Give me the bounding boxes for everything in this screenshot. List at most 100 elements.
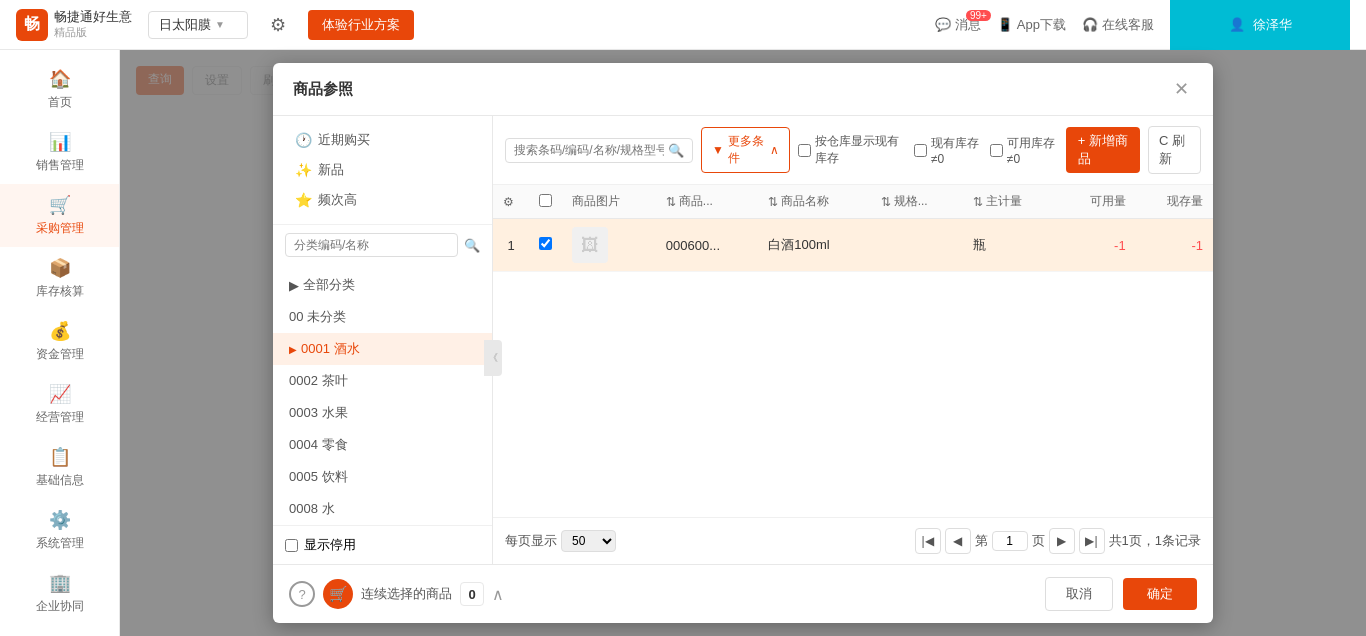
page-size-selector: 每页显示 50 10 20 100: [505, 530, 616, 552]
sidebar: 🏠 首页 📊 销售管理 🛒 采购管理 📦 库存核算 💰 资金管理 📈 经营管理 …: [0, 50, 120, 636]
home-icon: 🏠: [49, 68, 71, 90]
sidebar-item-inventory[interactable]: 📦 库存核算: [0, 247, 119, 310]
category-0001[interactable]: ▶ 0001 酒水: [273, 333, 492, 365]
store-name: 日太阳膜: [159, 16, 211, 34]
star-icon: ⭐: [295, 192, 312, 208]
footer-collapse-button[interactable]: ∧: [492, 585, 504, 604]
category-0004[interactable]: 0004 零食: [273, 429, 492, 461]
page-label: 第: [975, 532, 988, 550]
th-stock[interactable]: 现存量: [1136, 185, 1213, 219]
usable-stock-filter[interactable]: 可用库存≠0: [990, 135, 1058, 166]
settings-button[interactable]: ⚙: [260, 7, 296, 43]
first-page-button[interactable]: |◀: [915, 528, 941, 554]
category-0008[interactable]: 0008 水: [273, 493, 492, 525]
messages-button[interactable]: 💬 消息 99+: [935, 16, 981, 34]
category-search-input[interactable]: [285, 233, 458, 257]
quick-new-product[interactable]: ✨ 新品: [285, 156, 480, 184]
category-00[interactable]: 00 未分类: [273, 301, 492, 333]
experience-button[interactable]: 体验行业方案: [308, 10, 414, 40]
user-area[interactable]: 👤 徐泽华: [1170, 0, 1350, 50]
headset-icon: 🎧: [1082, 17, 1098, 32]
category-all[interactable]: ▶ 全部分类: [273, 269, 492, 301]
td-index: 1: [493, 219, 529, 272]
sort-icon3: ⇅: [881, 195, 891, 209]
sidebar-label-finance: 资金管理: [36, 346, 84, 363]
last-page-button[interactable]: ▶|: [1079, 528, 1105, 554]
main-layout: 🏠 首页 📊 销售管理 🛒 采购管理 📦 库存核算 💰 资金管理 📈 经营管理 …: [0, 50, 1366, 636]
sidebar-item-guide[interactable]: 🔰 新手引导: [0, 625, 119, 636]
online-service-button[interactable]: 🎧 在线客服: [1082, 16, 1154, 34]
th-image: 商品图片: [562, 185, 656, 219]
sidebar-item-management[interactable]: 📈 经营管理: [0, 373, 119, 436]
logo-text: 畅捷通好生意: [54, 9, 132, 25]
refresh-button[interactable]: C 刷新: [1148, 126, 1201, 174]
system-icon: ⚙️: [49, 509, 71, 531]
sidebar-item-system[interactable]: ⚙️ 系统管理: [0, 499, 119, 562]
sidebar-item-home[interactable]: 🏠 首页: [0, 58, 119, 121]
th-available[interactable]: 可用量: [1058, 185, 1135, 219]
prev-page-button[interactable]: ◀: [945, 528, 971, 554]
category-list: ▶ 全部分类 00 未分类 ▶ 0001 酒水 0002 茶: [273, 265, 492, 525]
th-settings[interactable]: ⚙: [493, 185, 529, 219]
cancel-button[interactable]: 取消: [1045, 577, 1113, 611]
category-0005[interactable]: 0005 饮料: [273, 461, 492, 493]
sidebar-item-enterprise[interactable]: 🏢 企业协同: [0, 562, 119, 625]
td-checkbox[interactable]: [529, 219, 562, 272]
modal-footer: ? 🛒 连续选择的商品 0 ∧ 取消 确定: [273, 564, 1213, 623]
page-size-select[interactable]: 50 10 20 100: [561, 530, 616, 552]
show-disabled-label[interactable]: 显示停用: [304, 536, 356, 554]
th-unit[interactable]: ⇅ 主计量: [963, 185, 1058, 219]
active-arrow-icon: ▶: [289, 344, 297, 355]
category-0003[interactable]: 0003 水果: [273, 397, 492, 429]
th-spec[interactable]: ⇅ 规格...: [871, 185, 963, 219]
td-stock: -1: [1136, 219, 1213, 272]
th-code[interactable]: ⇅ 商品...: [656, 185, 758, 219]
app-download-button[interactable]: 📱 App下载: [997, 16, 1066, 34]
table-row[interactable]: 1 🖼 000600... 白酒100ml: [493, 219, 1213, 272]
store-selector[interactable]: 日太阳膜 ▼: [148, 11, 248, 39]
more-filter-button[interactable]: ▼ 更多条件 ∧: [701, 127, 790, 173]
basic-icon: 📋: [49, 446, 71, 468]
td-code: 000600...: [656, 219, 758, 272]
row-checkbox[interactable]: [539, 237, 552, 250]
table-header-row: ⚙ 商品图片: [493, 185, 1213, 219]
select-all-checkbox[interactable]: [539, 194, 552, 207]
th-name[interactable]: ⇅ 商品名称: [758, 185, 870, 219]
quick-recent-purchase[interactable]: 🕐 近期购买: [285, 126, 480, 154]
modal-right-panel: 🔍 ▼ 更多条件 ∧ 按仓库显示现有库存: [493, 116, 1213, 564]
next-page-button[interactable]: ▶: [1049, 528, 1075, 554]
sidebar-item-sales[interactable]: 📊 销售管理: [0, 121, 119, 184]
cart-label: 连续选择的商品: [361, 585, 452, 603]
th-checkbox[interactable]: [529, 185, 562, 219]
page-number-input[interactable]: [992, 531, 1028, 551]
modal-overlay: 商品参照 ✕ 🕐 近期购买: [120, 50, 1366, 636]
available-stock-filter[interactable]: 现有库存≠0: [914, 135, 982, 166]
quick-high-frequency[interactable]: ⭐ 频次高: [285, 186, 480, 214]
show-disabled-checkbox[interactable]: [285, 539, 298, 552]
message-icon: 💬: [935, 17, 951, 32]
add-product-button[interactable]: + 新增商品: [1066, 127, 1140, 173]
sidebar-item-basic[interactable]: 📋 基础信息: [0, 436, 119, 499]
management-icon: 📈: [49, 383, 71, 405]
product-search-input[interactable]: [514, 143, 664, 157]
sidebar-label-system: 系统管理: [36, 535, 84, 552]
nav-right: 💬 消息 99+ 📱 App下载 🎧 在线客服 👤 徐泽华: [935, 0, 1350, 50]
modal-close-button[interactable]: ✕: [1169, 77, 1193, 101]
toolbar-right: + 新增商品 C 刷新: [1066, 126, 1201, 174]
help-icon[interactable]: ?: [289, 581, 315, 607]
td-image: 🖼: [562, 219, 656, 272]
confirm-button[interactable]: 确定: [1123, 578, 1197, 610]
sidebar-item-finance[interactable]: 💰 资金管理: [0, 310, 119, 373]
phone-icon: 📱: [997, 17, 1013, 32]
collapse-panel-button[interactable]: 《: [484, 340, 502, 376]
sidebar-item-purchase[interactable]: 🛒 采购管理: [0, 184, 119, 247]
username: 徐泽华: [1253, 16, 1292, 34]
product-search-box[interactable]: 🔍: [505, 138, 693, 163]
category-0002[interactable]: 0002 茶叶: [273, 365, 492, 397]
modal-header: 商品参照 ✕: [273, 63, 1213, 116]
page-navigation: |◀ ◀ 第 页 ▶ ▶| 共1页，1条记录: [915, 528, 1201, 554]
search-icon[interactable]: 🔍: [668, 143, 684, 158]
category-search-icon[interactable]: 🔍: [464, 238, 480, 253]
warehouse-filter-checkbox[interactable]: 按仓库显示现有库存: [798, 133, 906, 167]
cart-count: 0: [460, 582, 484, 606]
